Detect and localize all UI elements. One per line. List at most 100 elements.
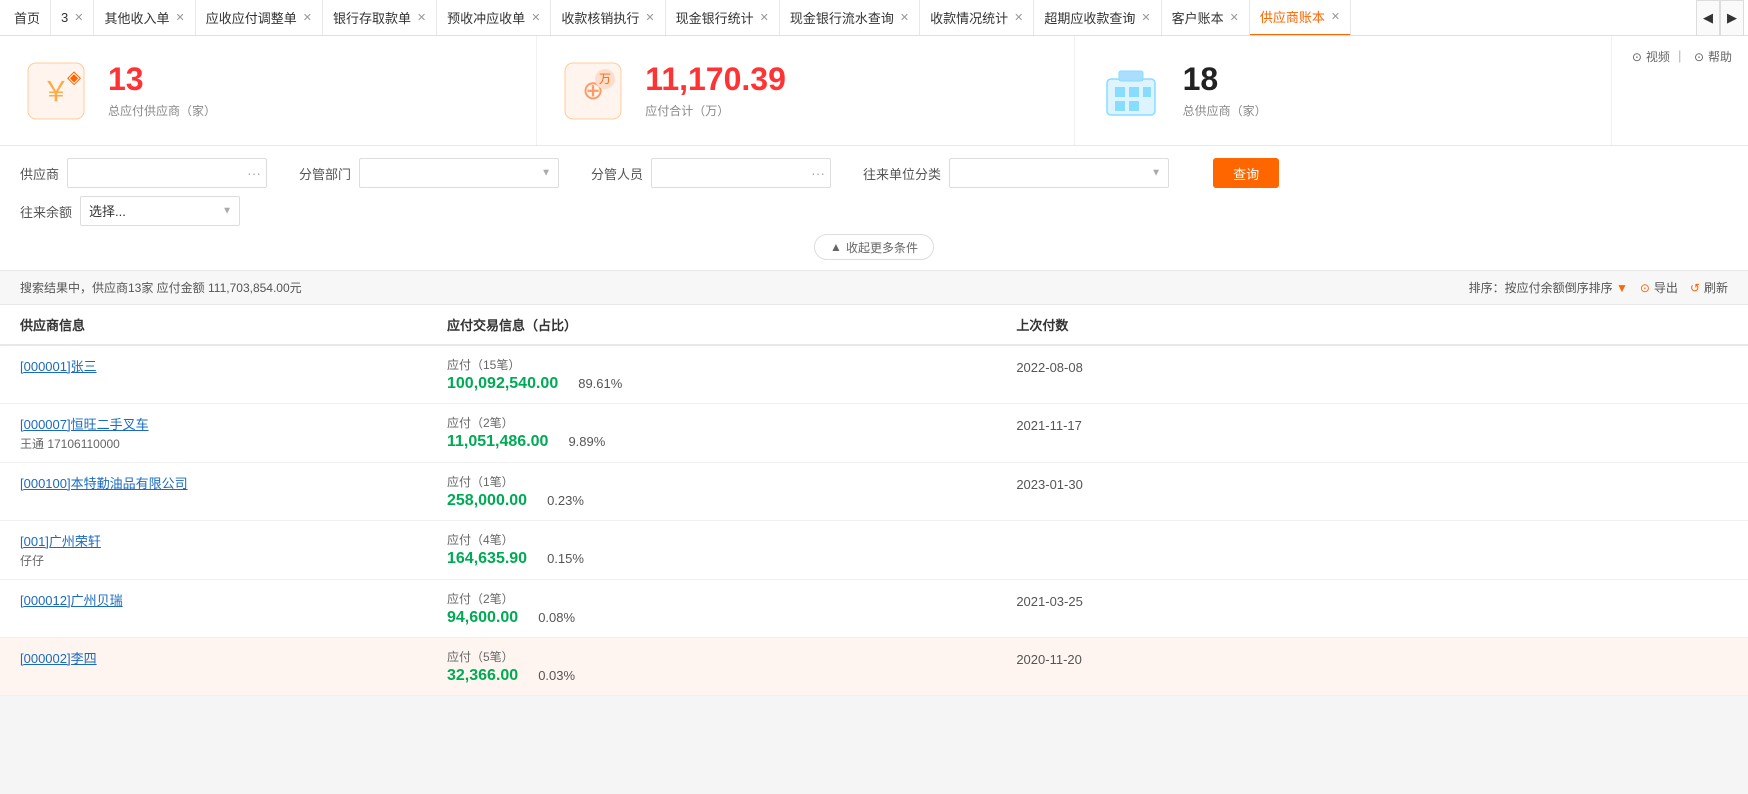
trans-row-5: 32,366.00 0.03%: [447, 667, 1016, 685]
balance-select[interactable]: 选择...: [80, 196, 240, 226]
video-link[interactable]: 视频: [1646, 48, 1670, 65]
nav-tab-home[interactable]: 首页: [4, 0, 51, 36]
total-suppliers-number: 18: [1183, 62, 1267, 97]
supplier-input[interactable]: [67, 158, 267, 188]
trans-row-4: 94,600.00 0.08%: [447, 609, 1016, 627]
separator: ｜: [1674, 48, 1686, 65]
close-icon[interactable]: ✕: [1141, 11, 1150, 24]
trans-label-4: 应付（2笔）: [447, 590, 1016, 607]
trans-row-3: 164,635.90 0.15%: [447, 550, 1016, 568]
table-row: [000100]本特勤油品有限公司 应付（1笔） 258,000.00 0.23…: [0, 463, 1748, 521]
nav-tab-cash-flow[interactable]: 现金银行流水查询 ✕: [780, 0, 920, 36]
close-icon[interactable]: ✕: [900, 11, 909, 24]
nav-tab-prepay[interactable]: 预收冲应收单 ✕: [437, 0, 551, 36]
last-pay-date-0: 2022-08-08: [1016, 360, 1083, 375]
trans-percent-2: 0.23%: [547, 493, 584, 508]
trans-percent-5: 0.03%: [538, 668, 575, 683]
row-lastpay-0: 2022-08-08: [1016, 356, 1443, 375]
top-right-links: ⊙ 视频 ｜ ⊙ 帮助: [1612, 36, 1748, 65]
row-supplier-5: [000002]李四: [20, 648, 447, 667]
summary-bar: ￥ ◈ 13 总应付供应商（家） ⊕ 万 11,170.39 应付合计（万）: [0, 36, 1748, 146]
supplier-contact-1: 王通 17106110000: [20, 435, 447, 452]
col-header-lastpay: 上次付数: [1016, 315, 1443, 334]
supplier-link-3[interactable]: [001]广州荣轩: [20, 534, 101, 549]
help-link[interactable]: 帮助: [1708, 48, 1732, 65]
person-label: 分管人员: [591, 164, 643, 183]
nav-tab-bank-deposit[interactable]: 银行存取款单 ✕: [323, 0, 437, 36]
trans-label-0: 应付（15笔）: [447, 356, 1016, 373]
trans-amount-1[interactable]: 11,051,486.00: [447, 433, 548, 451]
top-nav: 首页 3 ✕ 其他收入单 ✕ 应收应付调整单 ✕ 银行存取款单 ✕ 预收冲应收单…: [0, 0, 1748, 36]
trans-amount-3[interactable]: 164,635.90: [447, 550, 527, 568]
filter-area: 供应商 ··· 分管部门 ▼ 分管人员 ···: [0, 146, 1748, 271]
row-lastpay-5: 2020-11-20: [1016, 648, 1443, 667]
svg-text:◈: ◈: [67, 67, 81, 87]
nav-tab-customer-ledger[interactable]: 客户账本 ✕: [1162, 0, 1250, 36]
close-icon[interactable]: ✕: [417, 11, 426, 24]
nav-tab-overdue[interactable]: 超期应收款查询 ✕: [1034, 0, 1161, 36]
filter-person: 分管人员 ···: [591, 158, 831, 188]
trans-percent-0: 89.61%: [578, 376, 622, 391]
sort-label: 排序：按应付余额倒序排序 ▼: [1469, 279, 1628, 296]
close-icon[interactable]: ✕: [1331, 10, 1340, 23]
trans-label-5: 应付（5笔）: [447, 648, 1016, 665]
trans-amount-0[interactable]: 100,092,540.00: [447, 375, 558, 393]
row-lastpay-1: 2021-11-17: [1016, 414, 1443, 433]
supplier-link-5[interactable]: [000002]李四: [20, 651, 97, 666]
nav-tab-collection[interactable]: 收款核销执行 ✕: [551, 0, 665, 36]
trans-amount-2[interactable]: 258,000.00: [447, 492, 527, 510]
person-input[interactable]: [651, 158, 831, 188]
category-select[interactable]: [949, 158, 1169, 188]
collapse-button[interactable]: ▲ 收起更多条件: [814, 234, 934, 260]
nav-tab-supplier-ledger[interactable]: 供应商账本 ✕: [1250, 0, 1351, 36]
payable-total-label: 应付合计（万）: [645, 102, 786, 119]
filter-supplier: 供应商 ···: [20, 158, 267, 188]
close-icon[interactable]: ✕: [74, 11, 83, 24]
trans-row-2: 258,000.00 0.23%: [447, 492, 1016, 510]
refresh-button[interactable]: ↺ 刷新: [1690, 279, 1728, 296]
trans-amount-4[interactable]: 94,600.00: [447, 609, 518, 627]
export-button[interactable]: ⊙ 导出: [1640, 279, 1678, 296]
trans-label-2: 应付（1笔）: [447, 473, 1016, 490]
supplier-link-1[interactable]: [000007]恒旺二手叉车: [20, 417, 149, 432]
row-supplier-4: [000012]广州贝瑞: [20, 590, 447, 609]
search-button[interactable]: 查询: [1213, 158, 1279, 188]
last-pay-date-1: 2021-11-17: [1016, 418, 1082, 433]
close-icon[interactable]: ✕: [175, 11, 184, 24]
nav-tab-ar-ap-adjust[interactable]: 应收应付调整单 ✕: [196, 0, 323, 36]
nav-next-arrow[interactable]: ▶: [1720, 0, 1744, 36]
table-row: [000001]张三 应付（15笔） 100,092,540.00 89.61%…: [0, 346, 1748, 404]
col-header-supplier: 供应商信息: [20, 315, 447, 334]
close-icon[interactable]: ✕: [1014, 11, 1023, 24]
total-suppliers-content: 18 总供应商（家）: [1183, 62, 1267, 118]
table-body: [000001]张三 应付（15笔） 100,092,540.00 89.61%…: [0, 346, 1748, 696]
row-transaction-0: 应付（15笔） 100,092,540.00 89.61%: [447, 356, 1016, 393]
department-label: 分管部门: [299, 164, 351, 183]
trans-amount-5[interactable]: 32,366.00: [447, 667, 518, 685]
nav-tab-collection-stat[interactable]: 收款情况统计 ✕: [920, 0, 1034, 36]
department-select-wrap: ▼: [359, 158, 559, 188]
close-icon[interactable]: ✕: [645, 11, 654, 24]
supplier-link-2[interactable]: [000100]本特勤油品有限公司: [20, 476, 188, 491]
nav-tab-other-income[interactable]: 其他收入单 ✕: [94, 0, 195, 36]
row-supplier-1: [000007]恒旺二手叉车 王通 17106110000: [20, 414, 447, 452]
trans-percent-4: 0.08%: [538, 610, 575, 625]
nav-tab-cash-bank-stat[interactable]: 现金银行统计 ✕: [666, 0, 780, 36]
refresh-icon: ↺: [1690, 281, 1700, 295]
close-icon[interactable]: ✕: [760, 11, 769, 24]
close-icon[interactable]: ✕: [303, 11, 312, 24]
category-label: 往来单位分类: [863, 164, 941, 183]
close-icon[interactable]: ✕: [1230, 11, 1239, 24]
supplier-link-4[interactable]: [000012]广州贝瑞: [20, 593, 123, 608]
person-input-wrap: ···: [651, 158, 831, 188]
department-select[interactable]: [359, 158, 559, 188]
close-icon[interactable]: ✕: [531, 11, 540, 24]
nav-tab-3[interactable]: 3 ✕: [51, 0, 94, 36]
col-header-transaction: 应付交易信息（占比）: [447, 315, 1016, 334]
supplier-link-0[interactable]: [000001]张三: [20, 359, 97, 374]
nav-prev-arrow[interactable]: ◀: [1696, 0, 1720, 36]
balance-select-wrap: 选择... ▼: [80, 196, 240, 226]
filter-category: 往来单位分类 ▼: [863, 158, 1169, 188]
row-supplier-0: [000001]张三: [20, 356, 447, 375]
payable-suppliers-label: 总应付供应商（家）: [108, 102, 216, 119]
